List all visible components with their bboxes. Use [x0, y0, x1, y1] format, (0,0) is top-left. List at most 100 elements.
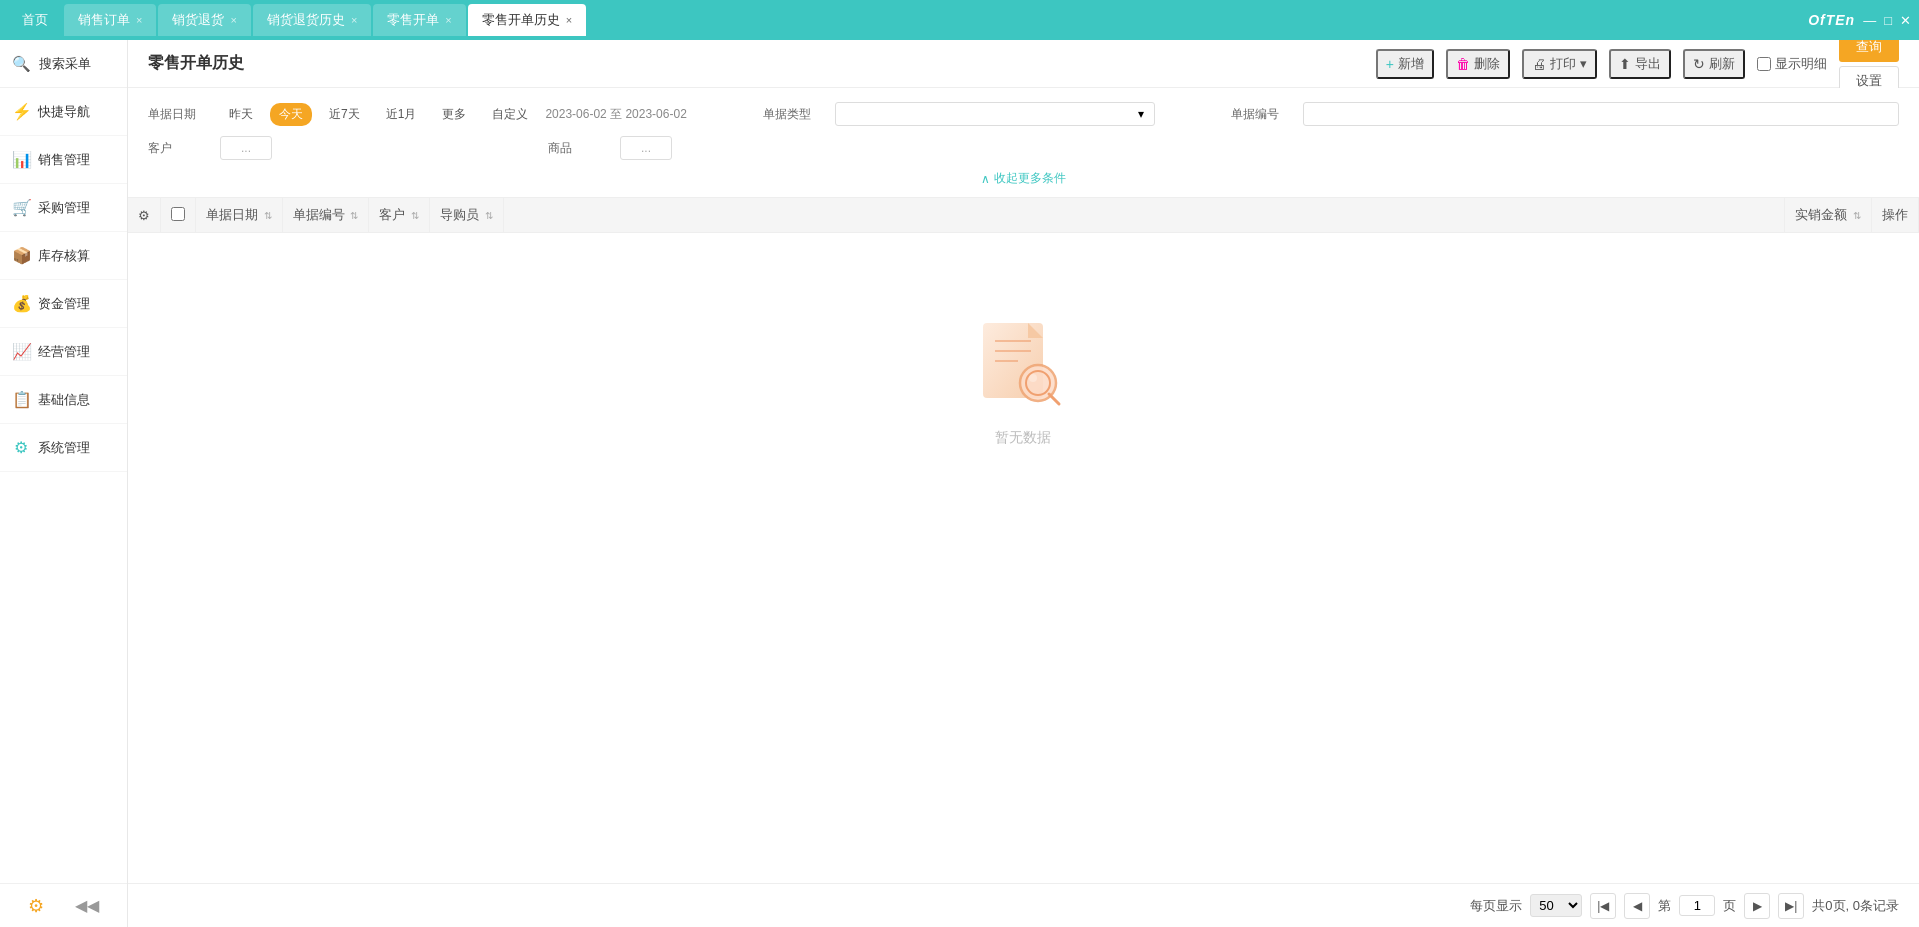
refresh-button[interactable]: ↻ 刷新 [1683, 49, 1745, 79]
page-number-input[interactable] [1679, 895, 1715, 916]
nav-right-controls: OfTEn — □ ✕ [1808, 12, 1911, 28]
per-page-select[interactable]: 50 10 20 100 [1530, 894, 1582, 917]
system-mgmt-icon: ⚙ [12, 438, 30, 457]
collapse-arrow-icon: ∧ [981, 172, 990, 186]
sidebar-item-purchase-mgmt[interactable]: 🛒 采购管理 [0, 184, 127, 232]
filter-area: 单据日期 昨天 今天 近7天 近1月 更多 自定义 2023-06-02 至 2… [128, 88, 1919, 198]
sidebar-item-basic-info[interactable]: 📋 基础信息 [0, 376, 127, 424]
date-btn-1month[interactable]: 近1月 [377, 103, 426, 126]
date-range-display: 2023-06-02 至 2023-06-02 [545, 106, 686, 123]
sidebar-item-label-finance: 资金管理 [38, 295, 90, 313]
sidebar-item-system-mgmt[interactable]: ⚙ 系统管理 [0, 424, 127, 472]
sidebar: 🔍 搜索采单 ⚡ 快捷导航 📊 销售管理 🛒 采购管理 📦 库存核算 💰 资金管… [0, 40, 128, 927]
select-all-checkbox[interactable] [171, 207, 185, 221]
salesperson-sort-icon[interactable]: ⇅ [485, 210, 493, 221]
date-btn-7days[interactable]: 近7天 [320, 103, 369, 126]
th-date[interactable]: 单据日期 ⇅ [196, 198, 283, 233]
operations-icon: 📈 [12, 342, 30, 361]
th-number[interactable]: 单据编号 ⇅ [282, 198, 369, 233]
date-filter: 昨天 今天 近7天 近1月 更多 自定义 2023-06-02 至 2023-0… [220, 103, 687, 126]
query-button[interactable]: 查询 [1839, 40, 1899, 62]
tab-sales-order[interactable]: 销售订单 × [64, 4, 156, 36]
export-icon: ⬆ [1619, 56, 1631, 72]
collapse-filter-btn[interactable]: ∧ 收起更多条件 [148, 170, 1899, 187]
tab-sales-return[interactable]: 销货退货 × [158, 4, 250, 36]
column-settings-icon[interactable]: ⚙ [138, 208, 150, 223]
tab-retail-open-close[interactable]: × [445, 14, 451, 26]
empty-state: 暂无数据 [128, 233, 1919, 527]
last-page-btn[interactable]: ▶| [1778, 893, 1804, 919]
tab-retail-open[interactable]: 零售开单 × [373, 4, 465, 36]
tab-home[interactable]: 首页 [8, 4, 62, 36]
sidebar-item-sales-mgmt[interactable]: 📊 销售管理 [0, 136, 127, 184]
number-filter-input[interactable] [1303, 102, 1899, 126]
top-nav-bar: 首页 销售订单 × 销货退货 × 销货退货历史 × 零售开单 × 零售开单历史 … [0, 0, 1919, 40]
customer-filter-label: 客户 [148, 140, 204, 157]
tab-sales-return-close[interactable]: × [230, 14, 236, 26]
date-btn-more[interactable]: 更多 [433, 103, 475, 126]
prev-page-btn[interactable]: ◀ [1624, 893, 1650, 919]
purchase-mgmt-icon: 🛒 [12, 198, 30, 217]
show-detail-label: 显示明细 [1775, 55, 1827, 73]
th-settings[interactable]: ⚙ [128, 198, 161, 233]
sidebar-item-label-inventory: 库存核算 [38, 247, 90, 265]
sidebar-item-label-operations: 经营管理 [38, 343, 90, 361]
tab-sales-order-close[interactable]: × [136, 14, 142, 26]
tab-retail-open-history[interactable]: 零售开单历史 × [468, 4, 586, 36]
sidebar-item-label-system-mgmt: 系统管理 [38, 439, 90, 457]
quick-nav-icon: ⚡ [12, 102, 30, 121]
search-icon: 🔍 [12, 55, 31, 73]
date-btn-custom[interactable]: 自定义 [483, 103, 537, 126]
window-minimize[interactable]: — [1863, 13, 1876, 28]
show-detail-checkbox-container[interactable]: 显示明细 [1757, 55, 1827, 73]
th-salesperson-label: 导购员 [440, 207, 479, 222]
product-filter-input[interactable]: ... [620, 136, 672, 160]
window-maximize[interactable]: □ [1884, 13, 1892, 28]
date-btn-today[interactable]: 今天 [270, 103, 312, 126]
export-button[interactable]: ⬆ 导出 [1609, 49, 1671, 79]
th-amount-label: 实销金额 [1795, 207, 1847, 222]
sidebar-bottom: ⚙ ◀◀ [0, 883, 127, 927]
inventory-icon: 📦 [12, 246, 30, 265]
th-checkbox[interactable] [161, 198, 196, 233]
add-button[interactable]: + 新增 [1376, 49, 1434, 79]
th-customer[interactable]: 客户 ⇅ [369, 198, 430, 233]
total-info: 共0页, 0条记录 [1812, 897, 1899, 915]
empty-text: 暂无数据 [995, 429, 1051, 447]
product-filter-label: 商品 [548, 140, 604, 157]
customer-filter-input[interactable]: ... [220, 136, 272, 160]
export-label: 导出 [1635, 55, 1661, 73]
sidebar-search[interactable]: 🔍 搜索采单 [0, 40, 127, 88]
number-sort-icon[interactable]: ⇅ [350, 210, 358, 221]
next-page-btn[interactable]: ▶ [1744, 893, 1770, 919]
sidebar-item-label-basic-info: 基础信息 [38, 391, 90, 409]
date-sort-icon[interactable]: ⇅ [264, 210, 272, 221]
tab-sales-return-label: 销货退货 [172, 11, 224, 29]
type-filter-select[interactable]: ▾ [835, 102, 1155, 126]
th-amount[interactable]: 实销金额 ⇅ [1785, 198, 1872, 233]
settings-icon[interactable]: ⚙ [28, 895, 44, 917]
tab-sales-return-history-label: 销货退货历史 [267, 11, 345, 29]
window-close[interactable]: ✕ [1900, 13, 1911, 28]
sidebar-item-operations[interactable]: 📈 经营管理 [0, 328, 127, 376]
toolbar: + 新增 🗑 删除 🖨 打印 ▾ ⬆ 导出 ↻ 刷新 [1376, 49, 1827, 79]
brand-logo: OfTEn [1808, 12, 1855, 28]
sidebar-item-inventory[interactable]: 📦 库存核算 [0, 232, 127, 280]
sidebar-item-quick-nav[interactable]: ⚡ 快捷导航 [0, 88, 127, 136]
show-detail-checkbox[interactable] [1757, 57, 1771, 71]
delete-button[interactable]: 🗑 删除 [1446, 49, 1510, 79]
first-page-btn[interactable]: |◀ [1590, 893, 1616, 919]
print-label: 打印 [1550, 55, 1576, 73]
th-spacer [503, 198, 1785, 233]
tab-sales-return-history-close[interactable]: × [351, 14, 357, 26]
tab-retail-open-history-close[interactable]: × [566, 14, 572, 26]
customer-sort-icon[interactable]: ⇅ [411, 210, 419, 221]
print-button[interactable]: 🖨 打印 ▾ [1522, 49, 1597, 79]
date-btn-yesterday[interactable]: 昨天 [220, 103, 262, 126]
amount-sort-icon[interactable]: ⇅ [1853, 210, 1861, 221]
sidebar-item-finance[interactable]: 💰 资金管理 [0, 280, 127, 328]
collapse-sidebar-icon[interactable]: ◀◀ [75, 896, 99, 915]
tab-sales-return-history[interactable]: 销货退货历史 × [253, 4, 371, 36]
th-salesperson[interactable]: 导购员 ⇅ [429, 198, 503, 233]
tab-home-label: 首页 [22, 11, 48, 29]
